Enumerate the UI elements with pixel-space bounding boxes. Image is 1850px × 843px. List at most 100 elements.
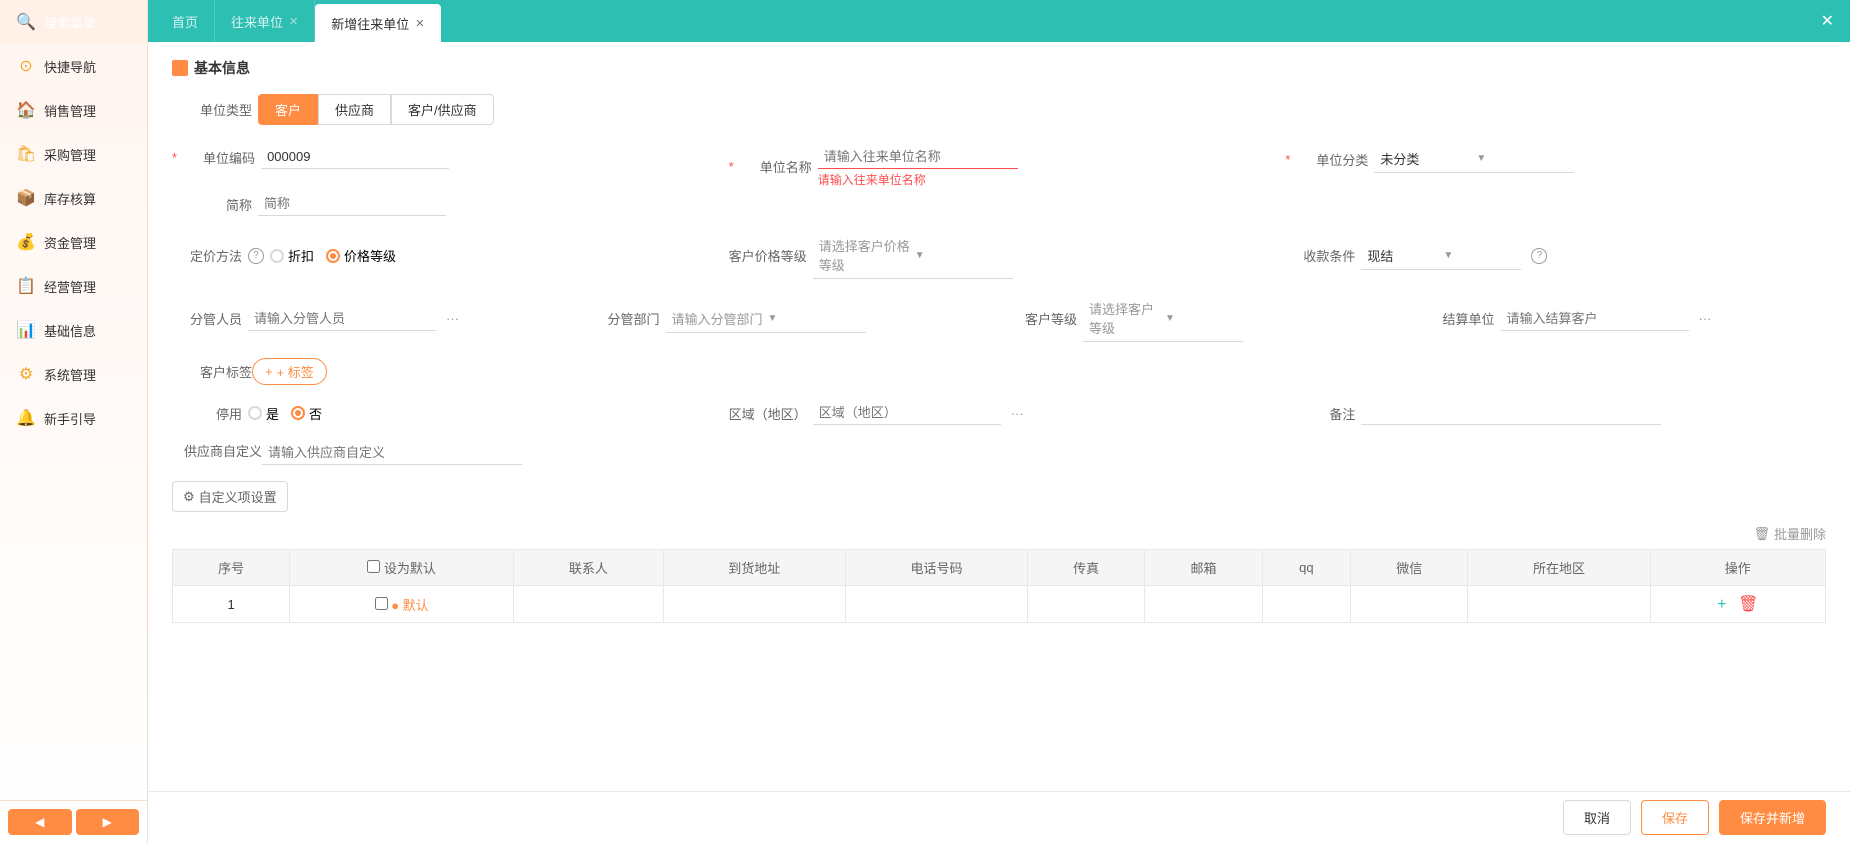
- required-star: *: [729, 159, 734, 174]
- cell-default: ● 默认: [290, 586, 514, 623]
- sidebar-item-management[interactable]: 📋 经营管理: [0, 264, 147, 308]
- unit-btn-customer[interactable]: 客户: [258, 94, 318, 125]
- sidebar-item-sales[interactable]: 🏠 销售管理: [0, 88, 147, 132]
- sidebar-item-quicknav[interactable]: ⊙ 快捷导航: [0, 44, 147, 88]
- sidebar-item-label: 快捷导航: [44, 57, 96, 76]
- required-star: *: [172, 150, 177, 165]
- unit-code-input[interactable]: [261, 145, 449, 169]
- chevron-down-icon: ▼: [1443, 250, 1515, 261]
- add-row-icon[interactable]: +: [1713, 596, 1730, 613]
- sidebar-collapse-btn[interactable]: ◀: [8, 809, 72, 835]
- default-radio[interactable]: ● 默认: [391, 598, 428, 613]
- custom-settings-label: 自定义项设置: [199, 487, 277, 506]
- tab-bar-close-btn[interactable]: ✕: [1813, 11, 1842, 31]
- payment-terms-select[interactable]: 现结 ▼: [1361, 242, 1521, 270]
- custom-settings-button[interactable]: ⚙ 自定义项设置: [172, 481, 288, 512]
- save-new-button[interactable]: 保存并新增: [1719, 800, 1826, 835]
- customer-price-level-select[interactable]: 请选择客户价格等级 ▼: [813, 232, 1013, 279]
- select-all-checkbox[interactable]: [367, 560, 380, 573]
- disabled-radio-yes[interactable]: 是: [248, 404, 279, 423]
- sidebar-item-label: 采购管理: [44, 145, 96, 164]
- sidebar-item-guide[interactable]: 🔔 新手引导: [0, 396, 147, 440]
- radio-circle: [326, 249, 340, 263]
- customer-price-level-label: 客户价格等级: [729, 246, 807, 265]
- tab-new-contact[interactable]: 新增往来单位 ✕: [315, 4, 441, 42]
- settlement-input[interactable]: [1501, 307, 1689, 331]
- guide-icon: 🔔: [16, 408, 36, 428]
- pricing-method-field: 定价方法 ? 折扣 价格等级: [172, 246, 713, 265]
- chevron-down-icon: ▼: [915, 250, 1007, 261]
- manager-input[interactable]: [248, 307, 436, 331]
- batch-delete-button[interactable]: 🗑 批量删除: [1753, 524, 1826, 543]
- pricing-radio-discount[interactable]: 折扣: [270, 246, 314, 265]
- tab-close-icon[interactable]: ✕: [415, 17, 424, 30]
- disabled-radio-no[interactable]: 否: [291, 404, 322, 423]
- customer-price-level-placeholder: 请选择客户价格等级: [819, 236, 911, 274]
- department-select[interactable]: 请输入分管部门 ▼: [666, 305, 866, 333]
- section-icon: [172, 60, 188, 76]
- unit-name-label: 单位名称: [742, 157, 812, 176]
- radio-circle: [270, 249, 284, 263]
- col-address: 到货地址: [663, 550, 845, 586]
- sidebar-item-label: 销售管理: [44, 101, 96, 120]
- unit-name-error: 请输入往来单位名称: [818, 171, 1018, 188]
- remark-input[interactable]: [1361, 401, 1661, 425]
- chevron-down-icon: ▼: [1165, 313, 1237, 324]
- manager-field: 分管人员 ···: [172, 307, 574, 331]
- finance-icon: 💰: [16, 232, 36, 252]
- col-region: 所在地区: [1468, 550, 1650, 586]
- tab-close-icon[interactable]: ✕: [289, 15, 298, 28]
- cancel-button[interactable]: 取消: [1563, 800, 1631, 835]
- search-icon: 🔍: [16, 12, 36, 32]
- unit-category-select[interactable]: 未分类 ▼: [1374, 145, 1574, 173]
- pricing-radio-price-level[interactable]: 价格等级: [326, 246, 396, 265]
- tab-home[interactable]: 首页: [156, 0, 215, 42]
- pricing-help-icon[interactable]: ?: [248, 248, 264, 264]
- region-input[interactable]: [813, 401, 1001, 425]
- supplier-custom-input[interactable]: [262, 441, 522, 465]
- unit-name-input[interactable]: [818, 145, 1018, 169]
- sidebar-item-basic[interactable]: 📊 基础信息: [0, 308, 147, 352]
- add-tag-label: + 标签: [277, 362, 314, 381]
- delete-row-icon[interactable]: 🗑: [1734, 596, 1762, 613]
- disabled-field: 停用 是 否: [172, 404, 713, 423]
- region-more-icon[interactable]: ···: [1007, 406, 1028, 421]
- basic-icon: 📊: [16, 320, 36, 340]
- short-name-input[interactable]: [258, 192, 446, 216]
- sidebar-item-system[interactable]: ⚙ 系统管理: [0, 352, 147, 396]
- sidebar: 🔍 搜索菜单 ⊙ 快捷导航 🏠 销售管理 🛍 采购管理 📦 库存核算 💰 资金管…: [0, 0, 148, 843]
- settlement-more-icon[interactable]: ···: [1695, 311, 1716, 326]
- unit-type-buttons: 客户 供应商 客户/供应商: [258, 94, 494, 125]
- row-checkbox[interactable]: [375, 597, 388, 610]
- col-phone: 电话号码: [845, 550, 1027, 586]
- payment-help-icon[interactable]: ?: [1531, 248, 1547, 264]
- tab-contacts[interactable]: 往来单位 ✕: [215, 0, 315, 42]
- unit-btn-both[interactable]: 客户/供应商: [391, 94, 494, 125]
- unit-type-label: 单位类型: [172, 100, 252, 119]
- table-header-row: 序号 设为默认 联系人 到货地址 电话号码 传真 邮箱 qq 微信 所在地区 操…: [173, 550, 1826, 586]
- trash-icon: 🗑: [1753, 526, 1770, 542]
- manager-more-icon[interactable]: ···: [442, 311, 463, 326]
- unit-code-label: 单位编码: [185, 148, 255, 167]
- col-action: 操作: [1650, 550, 1825, 586]
- cell-qq: [1262, 586, 1350, 623]
- add-tag-button[interactable]: + + 标签: [252, 358, 327, 385]
- section-header: 基本信息: [172, 58, 1826, 78]
- sidebar-item-purchase[interactable]: 🛍 采购管理: [0, 132, 147, 176]
- sidebar-item-search[interactable]: 🔍 搜索菜单: [0, 0, 147, 44]
- cell-address: [663, 586, 845, 623]
- radio-circle: [291, 406, 305, 420]
- customer-level-select[interactable]: 请选择客户等级 ▼: [1083, 295, 1243, 342]
- disabled-region-row: 停用 是 否 区域（地区） ··· 备注: [172, 401, 1826, 425]
- save-button[interactable]: 保存: [1641, 800, 1709, 835]
- manager-row: 分管人员 ··· 分管部门 请输入分管部门 ▼ 客户等级 请选择客户等级 ▼ 结…: [172, 295, 1826, 342]
- cell-phone: [845, 586, 1027, 623]
- table-row: 1 ● 默认 + 🗑: [173, 586, 1826, 623]
- sidebar-expand-btn[interactable]: ▶: [76, 809, 140, 835]
- cell-region: [1468, 586, 1650, 623]
- unit-btn-supplier[interactable]: 供应商: [318, 94, 391, 125]
- sidebar-item-finance[interactable]: 💰 资金管理: [0, 220, 147, 264]
- shortname-row: 简称: [172, 192, 1826, 216]
- sidebar-item-inventory[interactable]: 📦 库存核算: [0, 176, 147, 220]
- pricing-row: 定价方法 ? 折扣 价格等级 客户价格等级 请选择客户价格等级: [172, 232, 1826, 279]
